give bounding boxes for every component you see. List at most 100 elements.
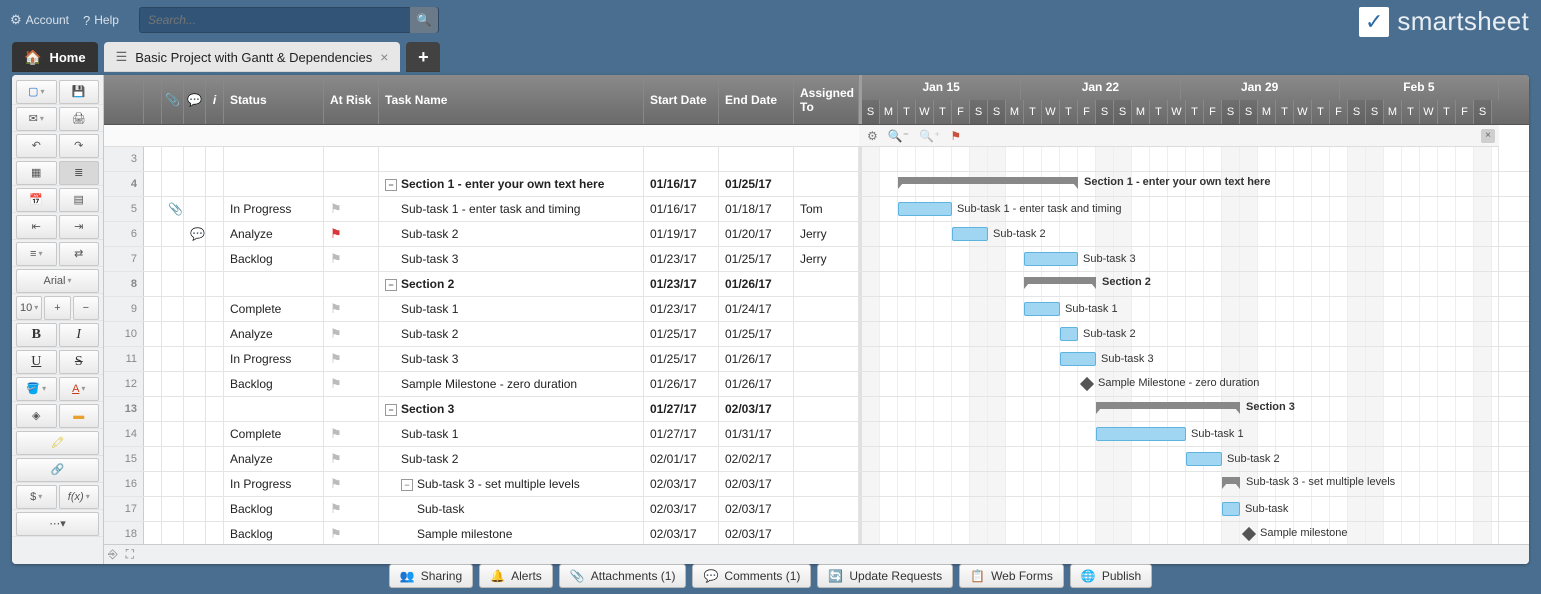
assigned-cell[interactable] <box>794 322 859 346</box>
header-status[interactable]: Status <box>224 75 324 124</box>
gantt-bar[interactable]: Section 2 <box>1024 277 1096 287</box>
row-number[interactable]: 8 <box>104 272 144 296</box>
assigned-cell[interactable] <box>794 272 859 296</box>
flag-icon[interactable]: ⚑ <box>330 251 342 267</box>
expand-cell[interactable] <box>144 297 162 321</box>
info-cell[interactable] <box>206 147 224 171</box>
discussion-cell[interactable] <box>184 247 206 271</box>
gantt-cell[interactable]: Sub-task 3 <box>859 347 1499 371</box>
flag-icon[interactable]: ⚑ <box>330 351 342 367</box>
discussion-cell[interactable] <box>184 347 206 371</box>
start-date-cell[interactable]: 02/03/17 <box>644 472 719 496</box>
risk-cell[interactable]: ⚑ <box>324 297 379 321</box>
table-row[interactable]: 8−Section 201/23/1701/26/17Section 2 <box>104 272 1529 297</box>
attachment-cell[interactable] <box>162 272 184 296</box>
table-row[interactable]: 11In Progress⚑Sub-task 301/25/1701/26/17… <box>104 347 1529 372</box>
update-requests-button[interactable]: 🔄Update Requests <box>817 564 953 588</box>
attachment-cell[interactable] <box>162 397 184 421</box>
flag-icon[interactable]: ⚑ <box>330 451 342 467</box>
risk-cell[interactable] <box>324 397 379 421</box>
add-row-button[interactable]: ⎆ <box>108 547 118 562</box>
assigned-cell[interactable] <box>794 422 859 446</box>
expand-cell[interactable] <box>144 272 162 296</box>
expand-cell[interactable] <box>144 322 162 346</box>
task-cell[interactable]: Sub-task 3 <box>379 347 644 371</box>
header-info[interactable]: i <box>206 75 224 124</box>
info-cell[interactable] <box>206 197 224 221</box>
bold-button[interactable]: B <box>16 323 57 347</box>
start-date-cell[interactable]: 01/25/17 <box>644 347 719 371</box>
task-cell[interactable]: Sub-task 2 <box>379 447 644 471</box>
task-cell[interactable]: Sub-task <box>379 497 644 521</box>
status-cell[interactable]: In Progress <box>224 472 324 496</box>
table-row[interactable]: 9Complete⚑Sub-task 101/23/1701/24/17Sub-… <box>104 297 1529 322</box>
search-button[interactable]: 🔍 <box>410 7 438 33</box>
status-cell[interactable]: Analyze <box>224 447 324 471</box>
gantt-cell[interactable]: Sub-task 2 <box>859 322 1499 346</box>
end-date-cell[interactable] <box>719 147 794 171</box>
discussion-cell[interactable] <box>184 422 206 446</box>
start-date-cell[interactable]: 01/16/17 <box>644 197 719 221</box>
flag-icon[interactable]: ⚑ <box>330 226 342 242</box>
attachment-cell[interactable] <box>162 297 184 321</box>
status-cell[interactable] <box>224 172 324 196</box>
tab-close-button[interactable]: × <box>380 49 388 65</box>
end-date-cell[interactable]: 01/25/17 <box>719 322 794 346</box>
discussion-cell[interactable] <box>184 447 206 471</box>
grid-view-button[interactable]: ▦ <box>16 161 57 185</box>
info-cell[interactable] <box>206 222 224 246</box>
attachment-cell[interactable] <box>162 147 184 171</box>
gantt-bar[interactable]: Sub-task 3 <box>1060 352 1096 366</box>
header-end[interactable]: End Date <box>719 75 794 124</box>
risk-cell[interactable]: ⚑ <box>324 447 379 471</box>
end-date-cell[interactable]: 02/03/17 <box>719 472 794 496</box>
attachment-cell[interactable] <box>162 222 184 246</box>
card-view-button[interactable]: ▤ <box>59 188 100 212</box>
row-number[interactable]: 10 <box>104 322 144 346</box>
discussion-cell[interactable] <box>184 197 206 221</box>
gantt-cell[interactable]: Sample Milestone - zero duration <box>859 372 1499 396</box>
risk-cell[interactable] <box>324 147 379 171</box>
email-button[interactable]: ✉ <box>16 107 57 131</box>
task-cell[interactable]: Sub-task 3 <box>379 247 644 271</box>
collapse-icon[interactable]: − <box>385 179 397 191</box>
flag-icon[interactable]: ⚑ <box>330 526 342 542</box>
tab-add-button[interactable]: + <box>406 42 440 72</box>
header-start[interactable]: Start Date <box>644 75 719 124</box>
start-date-cell[interactable]: 02/01/17 <box>644 447 719 471</box>
expand-cell[interactable] <box>144 447 162 471</box>
table-row[interactable]: 10Analyze⚑Sub-task 201/25/1701/25/17Sub-… <box>104 322 1529 347</box>
info-cell[interactable] <box>206 347 224 371</box>
task-cell[interactable] <box>379 147 644 171</box>
attachment-cell[interactable] <box>162 422 184 446</box>
gantt-bar[interactable]: Section 1 - enter your own text here <box>898 177 1078 187</box>
discussion-cell[interactable] <box>184 372 206 396</box>
attachment-cell[interactable] <box>162 372 184 396</box>
expand-cell[interactable] <box>144 472 162 496</box>
end-date-cell[interactable]: 02/03/17 <box>719 497 794 521</box>
row-number[interactable]: 13 <box>104 397 144 421</box>
gantt-cell[interactable]: Section 1 - enter your own text here <box>859 172 1499 196</box>
header-discussion[interactable]: 💬 <box>184 75 206 124</box>
status-cell[interactable] <box>224 272 324 296</box>
risk-cell[interactable]: ⚑ <box>324 347 379 371</box>
info-cell[interactable] <box>206 247 224 271</box>
assigned-cell[interactable] <box>794 472 859 496</box>
gantt-cell[interactable]: Sub-task 3 <box>859 247 1499 271</box>
account-menu[interactable]: ⚙Account <box>10 12 69 28</box>
info-cell[interactable] <box>206 272 224 296</box>
discussion-cell[interactable] <box>184 172 206 196</box>
row-number[interactable]: 15 <box>104 447 144 471</box>
flag-icon[interactable]: ⚑ <box>330 426 342 442</box>
row-number[interactable]: 11 <box>104 347 144 371</box>
discussion-cell[interactable] <box>184 297 206 321</box>
assigned-cell[interactable] <box>794 372 859 396</box>
publish-button[interactable]: 🌐Publish <box>1070 564 1152 588</box>
expand-cell[interactable] <box>144 347 162 371</box>
task-cell[interactable]: Sub-task 1 <box>379 297 644 321</box>
status-cell[interactable]: Backlog <box>224 247 324 271</box>
start-date-cell[interactable]: 01/27/17 <box>644 397 719 421</box>
risk-cell[interactable]: ⚑ <box>324 372 379 396</box>
expand-cell[interactable] <box>144 222 162 246</box>
gantt-cell[interactable]: Sub-task 3 - set multiple levels <box>859 472 1499 496</box>
